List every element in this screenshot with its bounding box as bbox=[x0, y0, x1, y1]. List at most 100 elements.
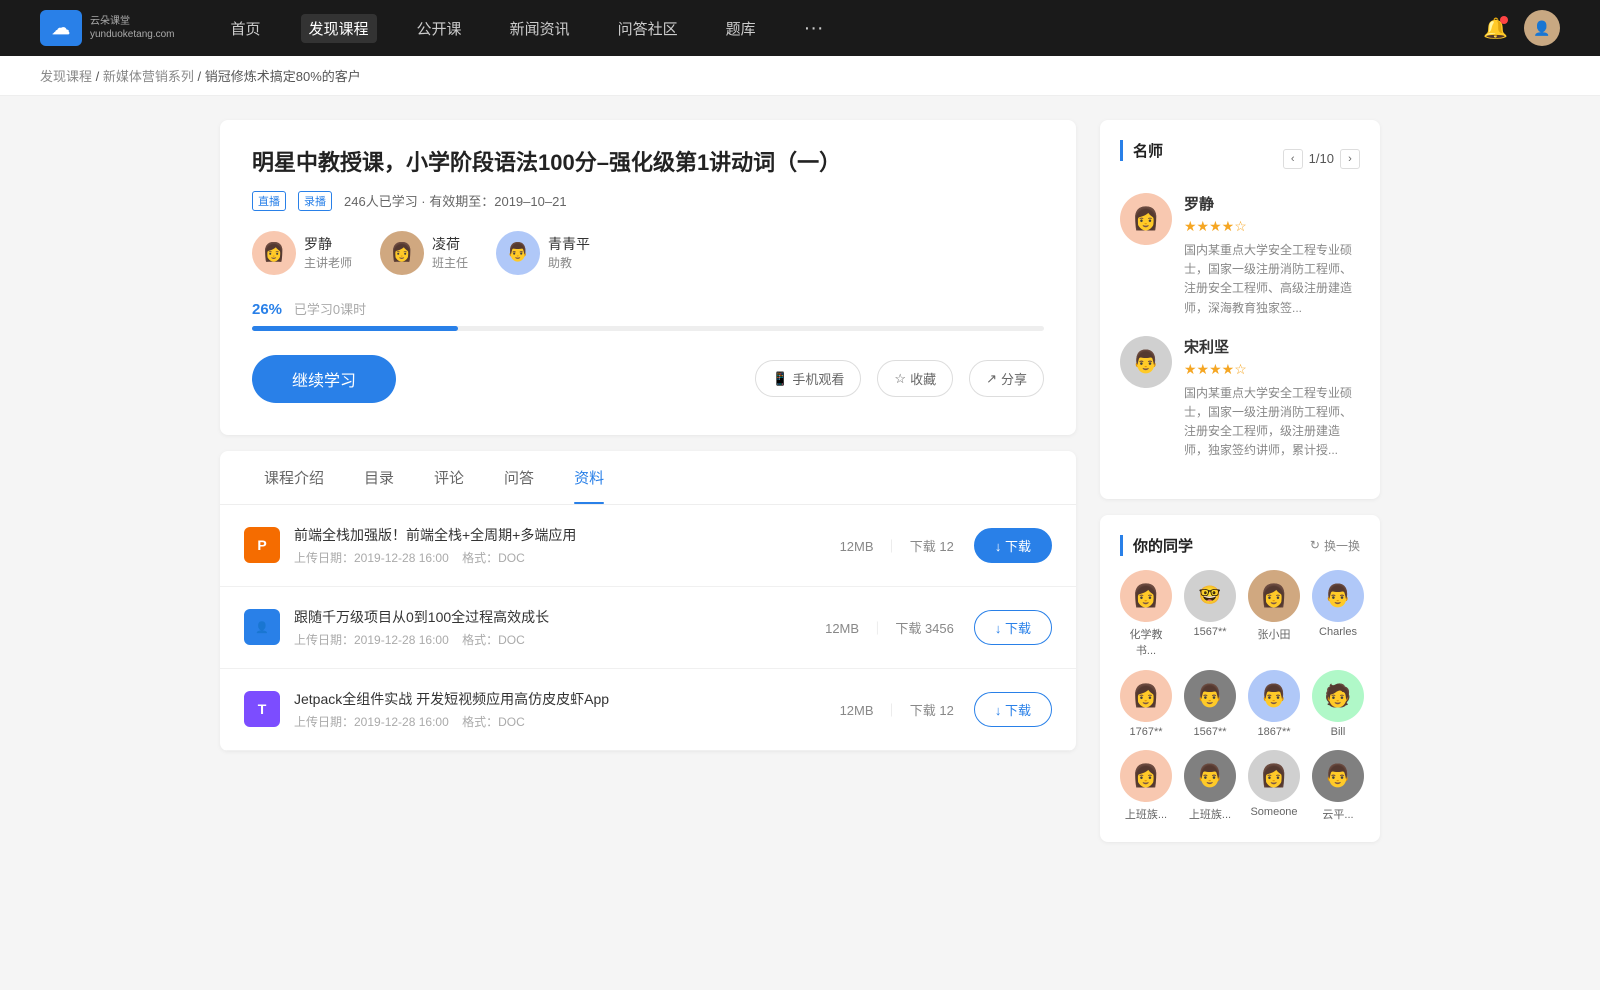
classmates-grid: 👩 化学教书... 🤓 1567** 👩 张小田 👨 Charles 👩 bbox=[1120, 570, 1360, 822]
file-item-2: 👤 跟随千万级项目从0到100全过程高效成长 上传日期：2019-12-28 1… bbox=[220, 587, 1076, 669]
tabs-card: 课程介绍 目录 评论 问答 资料 P 前端全栈加强版！前端全栈+全周期+多端应用… bbox=[220, 451, 1076, 751]
nav-item-home[interactable]: 首页 bbox=[223, 14, 269, 43]
classmate-avatar-8: 👩 bbox=[1120, 750, 1172, 802]
nav-right: 🔔 👤 bbox=[1483, 10, 1560, 46]
teacher-role-luojing: 主讲老师 bbox=[304, 254, 352, 271]
teacher-role-qingqing: 助教 bbox=[548, 254, 590, 271]
file-stats-3: 12MB ｜ 下载 12 bbox=[840, 700, 954, 719]
file-icon-2: 👤 bbox=[244, 609, 280, 645]
classmate-name-2: 张小田 bbox=[1258, 626, 1291, 642]
progress-section: 26% 已学习0课时 bbox=[252, 299, 1044, 331]
classmate-1[interactable]: 🤓 1567** bbox=[1184, 570, 1236, 658]
course-meta: 直播 录播 246人已学习 · 有效期至：2019–10–21 bbox=[252, 191, 1044, 211]
file-meta-2: 上传日期：2019-12-28 16:00 格式：DOC bbox=[294, 631, 825, 648]
classmate-avatar-3: 👨 bbox=[1312, 570, 1364, 622]
panel-teacher-desc-1: 国内某重点大学安全工程专业硕士，国家一级注册消防工程师、注册安全工程师、高级注册… bbox=[1184, 241, 1360, 318]
classmate-name-4: 1767** bbox=[1129, 726, 1162, 738]
tab-review[interactable]: 评论 bbox=[414, 451, 484, 504]
file-stats-1: 12MB ｜ 下载 12 bbox=[840, 536, 954, 555]
panel-teacher-2: 👨 宋利坚 ★★★★☆ 国内某重点大学安全工程专业硕士，国家一级注册消防工程师、… bbox=[1120, 336, 1360, 461]
logo-text: 云朵课堂 yunduoketang.com bbox=[90, 15, 175, 41]
classmate-2[interactable]: 👩 张小田 bbox=[1248, 570, 1300, 658]
classmate-9[interactable]: 👨 上班族... bbox=[1184, 750, 1236, 822]
phone-icon: 📱 bbox=[772, 371, 788, 387]
panel-teacher-stars-1: ★★★★☆ bbox=[1184, 218, 1360, 235]
teachers-prev-button[interactable]: ‹ bbox=[1283, 149, 1303, 169]
panel-teacher-avatar-1: 👩 bbox=[1120, 193, 1172, 245]
phone-watch-button[interactable]: 📱 手机观看 bbox=[755, 360, 861, 397]
nav-more[interactable]: ··· bbox=[796, 13, 832, 44]
classmate-avatar-11: 👨 bbox=[1312, 750, 1364, 802]
classmate-name-9: 上班族... bbox=[1189, 806, 1231, 822]
nav-item-discover[interactable]: 发现课程 bbox=[301, 14, 377, 43]
classmate-name-0: 化学教书... bbox=[1120, 626, 1172, 658]
tab-intro[interactable]: 课程介绍 bbox=[244, 451, 344, 504]
classmate-avatar-5: 👨 bbox=[1184, 670, 1236, 722]
classmates-header: 你的同学 ↻ 换一换 bbox=[1120, 535, 1360, 556]
navbar: ☁ 云朵课堂 yunduoketang.com 首页 发现课程 公开课 新闻资讯… bbox=[0, 0, 1600, 56]
nav-item-news[interactable]: 新闻资讯 bbox=[502, 14, 578, 43]
classmate-11[interactable]: 👨 云平... bbox=[1312, 750, 1364, 822]
teacher-name-qingqing: 青青平 bbox=[548, 234, 590, 254]
teacher-qingqing: 👨 青青平 助教 bbox=[496, 231, 590, 275]
teacher-name-linghe: 凌荷 bbox=[432, 234, 468, 254]
tab-qa[interactable]: 问答 bbox=[484, 451, 554, 504]
classmate-avatar-0: 👩 bbox=[1120, 570, 1172, 622]
classmate-7[interactable]: 🧑 Bill bbox=[1312, 670, 1364, 738]
progress-bar-fill bbox=[252, 326, 458, 331]
file-icon-3: T bbox=[244, 691, 280, 727]
teachers-panel-header: 名师 ‹ 1/10 › bbox=[1120, 140, 1360, 177]
panel-teacher-stars-2: ★★★★☆ bbox=[1184, 361, 1360, 378]
badge-record: 录播 bbox=[298, 191, 332, 211]
file-item-1: P 前端全栈加强版！前端全栈+全周期+多端应用 上传日期：2019-12-28 … bbox=[220, 505, 1076, 587]
file-info-3: Jetpack全组件实战 开发短视频应用高仿皮皮虾App 上传日期：2019-1… bbox=[294, 689, 840, 730]
file-item-3: T Jetpack全组件实战 开发短视频应用高仿皮皮虾App 上传日期：2019… bbox=[220, 669, 1076, 751]
share-button[interactable]: ↗ 分享 bbox=[969, 360, 1044, 397]
classmate-10[interactable]: 👩 Someone bbox=[1248, 750, 1300, 822]
course-actions: 继续学习 📱 手机观看 ☆ 收藏 ↗ 分享 bbox=[252, 355, 1044, 403]
main-container: 明星中教授课，小学阶段语法100分–强化级第1讲动词（一） 直播 录播 246人… bbox=[200, 96, 1400, 882]
classmate-avatar-1: 🤓 bbox=[1184, 570, 1236, 622]
breadcrumb-series[interactable]: 新媒体营销系列 bbox=[103, 69, 194, 84]
logo[interactable]: ☁ 云朵课堂 yunduoketang.com bbox=[40, 10, 175, 46]
panel-teacher-avatar-2: 👨 bbox=[1120, 336, 1172, 388]
teachers-panel-nav: ‹ 1/10 › bbox=[1283, 149, 1360, 169]
continue-button[interactable]: 继续学习 bbox=[252, 355, 396, 403]
teacher-role-linghe: 班主任 bbox=[432, 254, 468, 271]
classmate-3[interactable]: 👨 Charles bbox=[1312, 570, 1364, 658]
progress-sub: 已学习0课时 bbox=[294, 302, 366, 317]
nav-item-open[interactable]: 公开课 bbox=[409, 14, 470, 43]
classmates-title: 你的同学 bbox=[1120, 535, 1193, 556]
nav-item-qa[interactable]: 问答社区 bbox=[610, 14, 686, 43]
collect-button[interactable]: ☆ 收藏 bbox=[877, 360, 953, 397]
classmate-name-5: 1567** bbox=[1193, 726, 1226, 738]
file-info-2: 跟随千万级项目从0到100全过程高效成长 上传日期：2019-12-28 16:… bbox=[294, 607, 825, 648]
download-button-3[interactable]: ↓ 下载 bbox=[974, 692, 1052, 727]
user-avatar[interactable]: 👤 bbox=[1524, 10, 1560, 46]
classmate-name-6: 1867** bbox=[1257, 726, 1290, 738]
download-button-2[interactable]: ↓ 下载 bbox=[974, 610, 1052, 645]
classmate-name-3: Charles bbox=[1319, 626, 1357, 638]
classmate-0[interactable]: 👩 化学教书... bbox=[1120, 570, 1172, 658]
tab-material[interactable]: 资料 bbox=[554, 451, 624, 504]
teachers-next-button[interactable]: › bbox=[1340, 149, 1360, 169]
classmate-6[interactable]: 👨 1867** bbox=[1248, 670, 1300, 738]
classmate-8[interactable]: 👩 上班族... bbox=[1120, 750, 1172, 822]
notification-bell[interactable]: 🔔 bbox=[1483, 16, 1508, 41]
refresh-classmates-button[interactable]: ↻ 换一换 bbox=[1310, 537, 1360, 554]
course-meta-text: 246人已学习 · 有效期至：2019–10–21 bbox=[344, 191, 567, 210]
tab-catalog[interactable]: 目录 bbox=[344, 451, 414, 504]
classmate-5[interactable]: 👨 1567** bbox=[1184, 670, 1236, 738]
star-icon: ☆ bbox=[894, 371, 906, 387]
share-icon: ↗ bbox=[986, 371, 997, 387]
teacher-avatar-qingqing: 👨 bbox=[496, 231, 540, 275]
file-title-3: Jetpack全组件实战 开发短视频应用高仿皮皮虾App bbox=[294, 689, 840, 709]
classmate-name-11: 云平... bbox=[1322, 806, 1353, 822]
progress-bar-bg bbox=[252, 326, 1044, 331]
classmate-avatar-2: 👩 bbox=[1248, 570, 1300, 622]
nav-item-quiz[interactable]: 题库 bbox=[718, 14, 764, 43]
classmate-avatar-7: 🧑 bbox=[1312, 670, 1364, 722]
classmate-4[interactable]: 👩 1767** bbox=[1120, 670, 1172, 738]
download-button-1[interactable]: ↓ 下载 bbox=[974, 528, 1052, 563]
breadcrumb-discover[interactable]: 发现课程 bbox=[40, 69, 92, 84]
